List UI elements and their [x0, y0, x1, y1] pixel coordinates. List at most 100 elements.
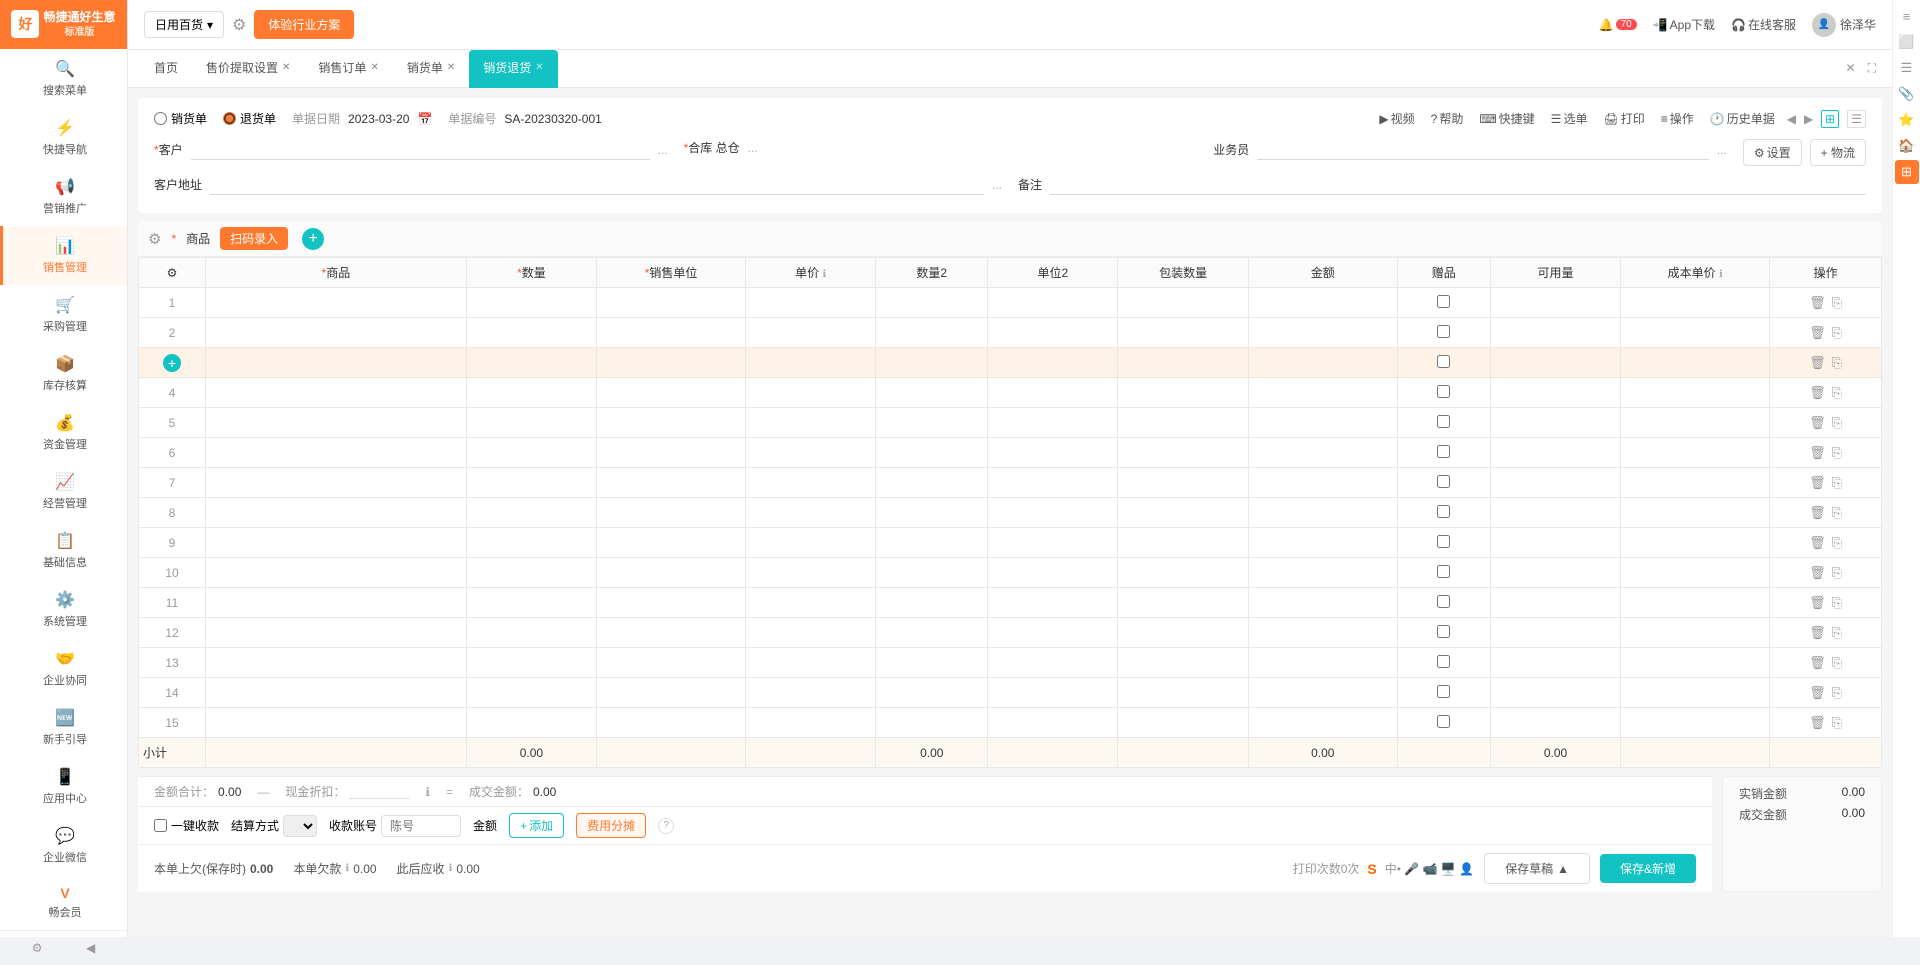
- unit-cell[interactable]: [597, 408, 746, 438]
- cash-discount-input[interactable]: [349, 784, 409, 799]
- avail-cell[interactable]: [1490, 708, 1620, 738]
- sidebar-item-operation[interactable]: 📈 经营管理: [0, 462, 127, 521]
- unit-cell[interactable]: [597, 528, 746, 558]
- gift-checkbox[interactable]: [1437, 355, 1450, 368]
- address-select-btn[interactable]: ...: [992, 178, 1002, 192]
- price-cell[interactable]: [746, 528, 876, 558]
- gift-cell[interactable]: [1397, 348, 1490, 378]
- one-key-payment-checkbox[interactable]: 一键收款: [154, 817, 219, 834]
- goods-cell[interactable]: [206, 678, 467, 708]
- amount-cell[interactable]: [1248, 498, 1397, 528]
- goods-cell[interactable]: [206, 408, 467, 438]
- radio-sales[interactable]: 销货单: [154, 110, 207, 127]
- setting-btn[interactable]: ⚙ 设置: [1743, 139, 1802, 166]
- customer-input[interactable]: [191, 139, 650, 160]
- price-cell[interactable]: [746, 498, 876, 528]
- price-cell[interactable]: [746, 468, 876, 498]
- toolbar-select[interactable]: ☰选单: [1547, 108, 1592, 129]
- gift-cell[interactable]: [1397, 558, 1490, 588]
- rt-btn-7[interactable]: ⊞: [1895, 160, 1919, 184]
- gift-checkbox[interactable]: [1437, 415, 1450, 428]
- gift-cell[interactable]: [1397, 498, 1490, 528]
- cost-cell[interactable]: [1621, 348, 1770, 378]
- sidebar-item-shortcut[interactable]: ⚡ 快捷导航: [0, 108, 127, 167]
- copy-row-btn[interactable]: ⎘: [1832, 385, 1842, 401]
- pkg-cell[interactable]: [1118, 318, 1248, 348]
- delete-row-btn[interactable]: 🗑: [1809, 685, 1826, 701]
- gift-cell[interactable]: [1397, 468, 1490, 498]
- gift-checkbox[interactable]: [1437, 385, 1450, 398]
- cost-cell[interactable]: [1621, 648, 1770, 678]
- goods-cell[interactable]: [206, 588, 467, 618]
- cost-cell[interactable]: [1621, 588, 1770, 618]
- sidebar-item-appstore[interactable]: 📱 应用中心: [0, 757, 127, 816]
- toolbar-print[interactable]: 🖨打印: [1599, 108, 1648, 129]
- gift-cell[interactable]: [1397, 708, 1490, 738]
- next-icon[interactable]: ▶: [1804, 112, 1813, 126]
- qty2-cell[interactable]: [876, 648, 988, 678]
- qty2-cell[interactable]: [876, 348, 988, 378]
- pkg-cell[interactable]: [1118, 498, 1248, 528]
- goods-input[interactable]: [210, 356, 462, 370]
- account-input[interactable]: [381, 815, 461, 837]
- avail-cell[interactable]: [1490, 588, 1620, 618]
- gift-cell[interactable]: [1397, 588, 1490, 618]
- unit2-cell[interactable]: [988, 348, 1118, 378]
- warehouse-select-btn[interactable]: ...: [748, 141, 758, 155]
- qty2-cell[interactable]: [876, 378, 988, 408]
- gift-checkbox[interactable]: [1437, 505, 1450, 518]
- unit-cell[interactable]: [597, 318, 746, 348]
- amount-cell[interactable]: [1248, 438, 1397, 468]
- avail-cell[interactable]: [1490, 468, 1620, 498]
- qty-cell[interactable]: [466, 288, 596, 318]
- tab-close-sales-return[interactable]: ✕: [535, 62, 543, 73]
- avail-cell[interactable]: [1490, 348, 1620, 378]
- address-input[interactable]: [210, 174, 984, 195]
- tab-home[interactable]: 首页: [140, 50, 192, 88]
- amount-cell[interactable]: [1248, 288, 1397, 318]
- avail-cell[interactable]: [1490, 648, 1620, 678]
- scan-input-btn[interactable]: 扫码录入: [220, 227, 288, 250]
- goods-cell[interactable]: [206, 528, 467, 558]
- delete-row-btn[interactable]: 🗑: [1809, 415, 1826, 431]
- notice-item[interactable]: 🔔 70: [1599, 18, 1637, 32]
- amount-cell[interactable]: [1248, 678, 1397, 708]
- amount-cell[interactable]: [1248, 348, 1397, 378]
- add-row-inline-btn[interactable]: +: [163, 354, 181, 372]
- gift-checkbox[interactable]: [1437, 715, 1450, 728]
- price-cell[interactable]: [746, 408, 876, 438]
- radio-return[interactable]: 退货单: [223, 110, 276, 127]
- cost-cell[interactable]: [1621, 378, 1770, 408]
- unit2-cell[interactable]: [988, 468, 1118, 498]
- cost-cell[interactable]: [1621, 408, 1770, 438]
- amount-cell[interactable]: [1248, 408, 1397, 438]
- copy-row-btn[interactable]: ⎘: [1832, 295, 1842, 311]
- goods-cell[interactable]: [206, 618, 467, 648]
- copy-row-btn[interactable]: ⎘: [1832, 595, 1842, 611]
- sidebar-item-purchase[interactable]: 🛒 采购管理: [0, 285, 127, 344]
- salesperson-input[interactable]: [1257, 139, 1709, 160]
- qty2-cell[interactable]: [876, 708, 988, 738]
- pkg-cell[interactable]: [1118, 288, 1248, 318]
- cost-cell[interactable]: [1621, 528, 1770, 558]
- copy-row-btn[interactable]: ⎘: [1832, 655, 1842, 671]
- qty-cell[interactable]: [466, 618, 596, 648]
- price-cell[interactable]: [746, 678, 876, 708]
- close-all-tabs-icon[interactable]: ✕: [1842, 61, 1860, 76]
- list-view-icon[interactable]: ☰: [1847, 110, 1866, 128]
- avail-cell[interactable]: [1490, 408, 1620, 438]
- unit2-cell[interactable]: [988, 498, 1118, 528]
- sidebar-item-marketing[interactable]: 📢 营销推广: [0, 167, 127, 226]
- gift-cell[interactable]: [1397, 618, 1490, 648]
- settings-icon[interactable]: ⚙: [32, 941, 43, 955]
- breadcrumb-dropdown[interactable]: 日用百货 ▾: [144, 11, 224, 38]
- gift-checkbox[interactable]: [1437, 655, 1450, 668]
- delete-row-btn[interactable]: 🗑: [1809, 445, 1826, 461]
- goods-cell[interactable]: [206, 648, 467, 678]
- gift-checkbox[interactable]: [1437, 565, 1450, 578]
- tab-close-sales-delivery[interactable]: ✕: [447, 62, 455, 73]
- goods-cell[interactable]: [206, 558, 467, 588]
- experience-btn[interactable]: 体验行业方案: [254, 10, 354, 39]
- goods-cell[interactable]: [206, 498, 467, 528]
- tab-price-setting[interactable]: 售价提取设置 ✕: [192, 50, 304, 88]
